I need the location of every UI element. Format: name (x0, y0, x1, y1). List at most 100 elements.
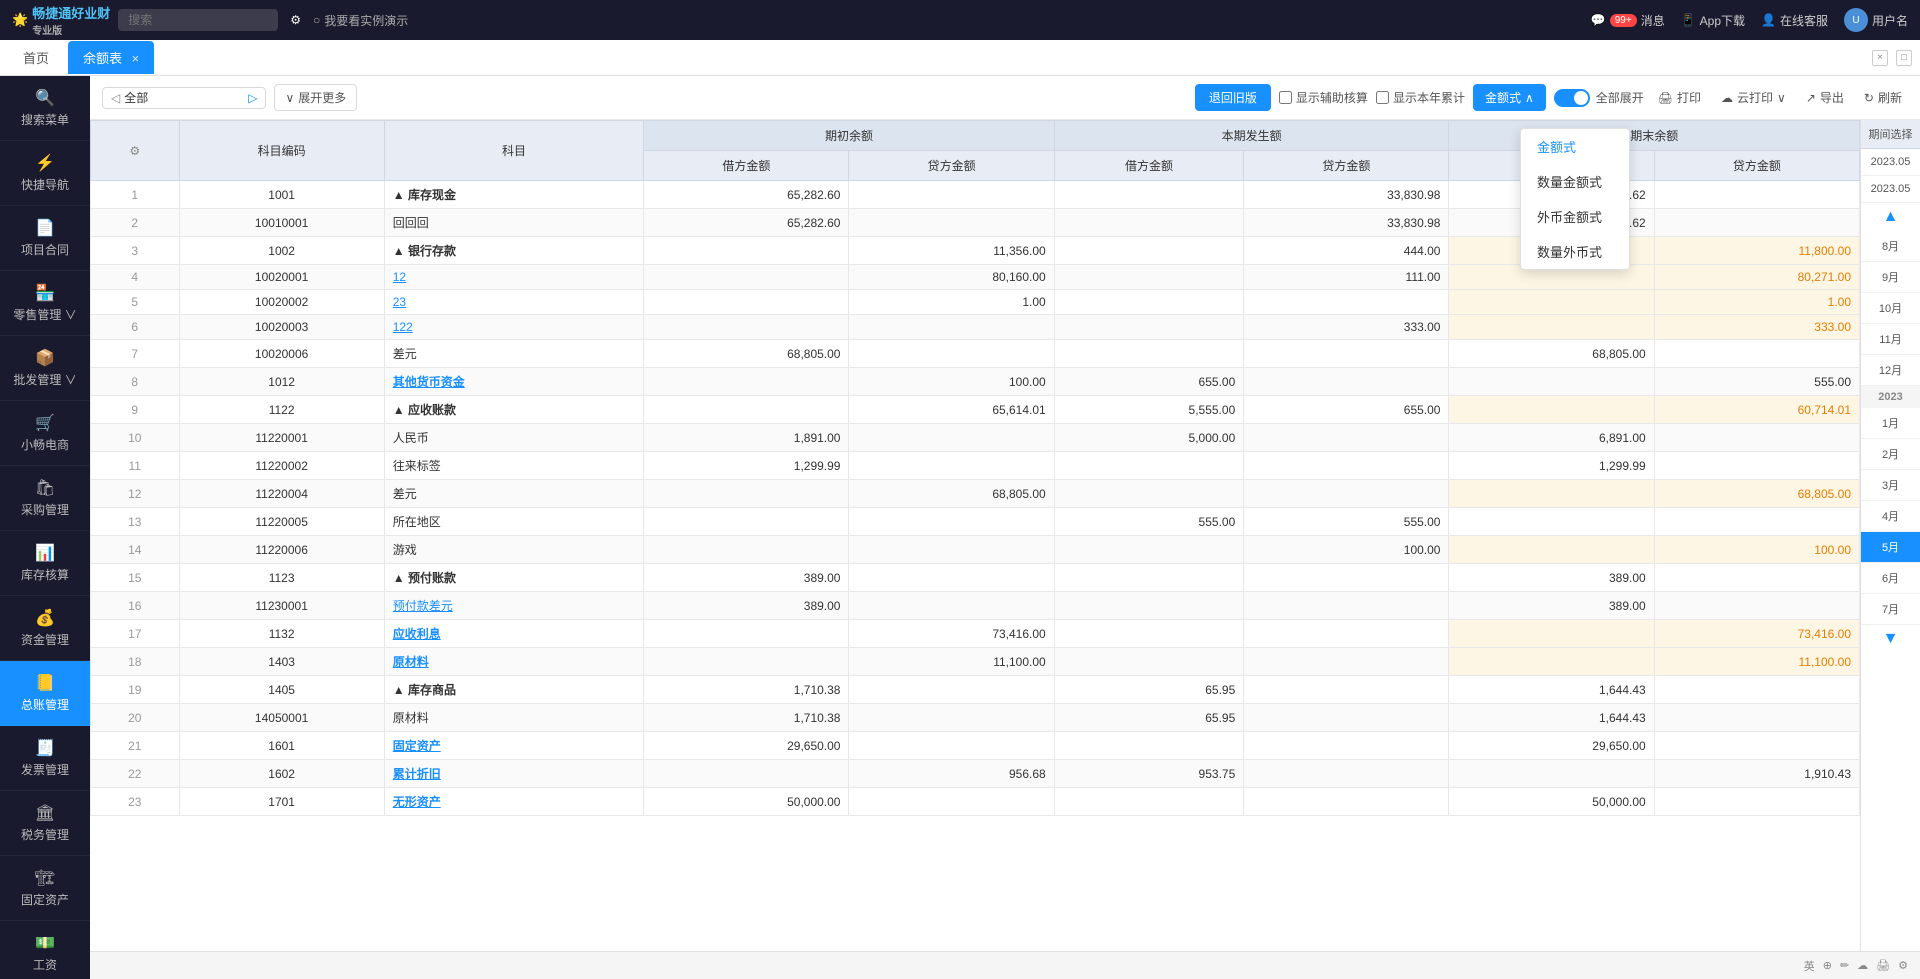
table-row[interactable]: 22 1602 累计折旧 956.68 953.75 1,910.43 (91, 760, 1860, 788)
table-row[interactable]: 13 11220005 所在地区 555.00 555.00 (91, 508, 1860, 536)
table-row[interactable]: 21 1601 固定资产 29,650.00 29,650.00 (91, 732, 1860, 760)
account-search-input[interactable] (124, 91, 244, 105)
dropdown-item-amount[interactable]: 金额式 (1521, 129, 1629, 164)
table-row[interactable]: 12 11220004 差元 68,805.00 68,805.00 (91, 480, 1860, 508)
close-debit-cell: 1,299.99 (1449, 452, 1654, 480)
date-jan[interactable]: 1月 (1861, 408, 1920, 439)
date-jun[interactable]: 6月 (1861, 563, 1920, 594)
sidebar-item-purchase[interactable]: 🛍 采购管理 (0, 466, 90, 531)
sidebar-item-inventory[interactable]: 📊 库存核算 (0, 531, 90, 596)
export-btn[interactable]: ↗ 导出 (1800, 85, 1850, 110)
date-nav-up[interactable]: ▲ (1861, 203, 1920, 231)
account-name-cell[interactable]: 累计折旧 (384, 760, 644, 788)
print-btn[interactable]: 🖨 打印 (1652, 85, 1707, 110)
sidebar-item-wholesale[interactable]: 📦 批发管理 ∨ (0, 336, 90, 401)
table-row[interactable]: 10 11220001 人民币 1,891.00 5,000.00 6,891.… (91, 424, 1860, 452)
tab-close-btn[interactable]: × (132, 51, 140, 66)
table-row[interactable]: 14 11220006 游戏 100.00 100.00 (91, 536, 1860, 564)
account-name-cell[interactable]: 应收利息 (384, 620, 644, 648)
date-range-start[interactable]: 2023.05 (1861, 149, 1920, 176)
dropdown-item-qty-amount[interactable]: 数量金额式 (1521, 164, 1629, 199)
sidebar-item-project[interactable]: 📄 项目合同 (0, 206, 90, 271)
sidebar-item-retail[interactable]: 🏪 零售管理 ∨ (0, 271, 90, 336)
edit-icon[interactable]: ✏ (1840, 959, 1849, 972)
sidebar-item-tax[interactable]: 🏛 税务管理 (0, 791, 90, 856)
account-name-cell[interactable]: 无形资产 (384, 788, 644, 816)
add-icon[interactable]: ⊕ (1823, 959, 1832, 972)
row-number: 8 (91, 368, 180, 396)
sidebar-item-invoice[interactable]: 🧾 发票管理 (0, 726, 90, 791)
date-oct[interactable]: 10月 (1861, 293, 1920, 324)
mode-dropdown-btn[interactable]: 金额式 ∧ (1473, 84, 1546, 111)
table-row[interactable]: 6 10020003 122 333.00 333.00 (91, 315, 1860, 340)
table-row[interactable]: 5 10020002 23 1.00 1.00 (91, 290, 1860, 315)
table-row[interactable]: 23 1701 无形资产 50,000.00 50,000.00 (91, 788, 1860, 816)
user-avatar-btn[interactable]: U 用户名 (1844, 8, 1908, 32)
account-search-box[interactable]: ◁ ▷ (102, 87, 266, 109)
message-btn[interactable]: 💬 99+ 消息 (1591, 12, 1665, 29)
account-name-cell[interactable]: 122 (384, 315, 644, 340)
table-row[interactable]: 19 1405 ▲ 库存商品 1,710.38 65.95 1,644.43 (91, 676, 1860, 704)
show-auxiliary-checkbox[interactable]: 显示辅助核算 (1279, 89, 1368, 106)
account-name-cell[interactable]: 固定资产 (384, 732, 644, 760)
auxiliary-checkbox-input[interactable] (1279, 91, 1292, 104)
account-name-cell[interactable]: 预付款差元 (384, 592, 644, 620)
date-apr[interactable]: 4月 (1861, 501, 1920, 532)
refresh-btn[interactable]: ↻ 刷新 (1858, 85, 1908, 110)
date-sep[interactable]: 9月 (1861, 262, 1920, 293)
account-name-cell[interactable]: 23 (384, 290, 644, 315)
date-nov[interactable]: 11月 (1861, 324, 1920, 355)
table-row[interactable]: 17 1132 应收利息 73,416.00 73,416.00 (91, 620, 1860, 648)
table-row[interactable]: 7 10020006 差元 68,805.00 68,805.00 (91, 340, 1860, 368)
date-feb[interactable]: 2月 (1861, 439, 1920, 470)
sidebar-item-search[interactable]: 🔍 搜索菜单 (0, 76, 90, 141)
date-may[interactable]: 5月 (1861, 532, 1920, 563)
table-row[interactable]: 18 1403 原材料 11,100.00 11,100.00 (91, 648, 1860, 676)
demo-link[interactable]: ○ 我要看实例演示 (313, 12, 408, 29)
sidebar-item-payroll[interactable]: 💵 工资 (0, 921, 90, 979)
date-dec[interactable]: 12月 (1861, 355, 1920, 386)
account-name-cell[interactable]: 12 (384, 265, 644, 290)
sidebar-item-assets[interactable]: 🏗 固定资产 (0, 856, 90, 921)
table-settings-icon[interactable]: ⚙ (91, 121, 180, 181)
expand-more-btn[interactable]: ∨ 展开更多 (274, 84, 357, 111)
settings-status-icon[interactable]: ⚙ (1898, 959, 1908, 972)
win-max-btn[interactable]: □ (1896, 50, 1912, 66)
sidebar-item-ledger[interactable]: 📒 总账管理 (0, 661, 90, 726)
date-range-end[interactable]: 2023.05 (1861, 176, 1920, 203)
back-to-old-btn[interactable]: 退回旧版 (1195, 84, 1271, 111)
online-service-btn[interactable]: 👤 在线客服 (1761, 12, 1828, 29)
expand-all-toggle[interactable]: 全部展开 (1554, 89, 1644, 107)
search-right-icon[interactable]: ▷ (248, 91, 257, 105)
show-year-total-checkbox[interactable]: 显示本年累计 (1376, 89, 1465, 106)
sidebar-item-fund[interactable]: 💰 资金管理 (0, 596, 90, 661)
date-jul[interactable]: 7月 (1861, 594, 1920, 625)
table-row[interactable]: 11 11220002 往来标签 1,299.99 1,299.99 (91, 452, 1860, 480)
dropdown-item-qty-foreign[interactable]: 数量外币式 (1521, 234, 1629, 269)
toggle-switch-btn[interactable] (1554, 89, 1590, 107)
table-row[interactable]: 9 1122 ▲ 应收账款 65,614.01 5,555.00 655.00 … (91, 396, 1860, 424)
table-row[interactable]: 20 14050001 原材料 1,710.38 65.95 1,644.43 (91, 704, 1860, 732)
table-row[interactable]: 15 1123 ▲ 预付账款 389.00 389.00 (91, 564, 1860, 592)
sidebar-item-quicknav[interactable]: ⚡ 快捷导航 (0, 141, 90, 206)
cloud-print-btn[interactable]: ☁ 云打印 ∨ (1715, 85, 1792, 110)
account-name-cell[interactable]: 原材料 (384, 648, 644, 676)
cloud-icon[interactable]: ☁ (1857, 959, 1868, 972)
dropdown-item-foreign-amount[interactable]: 外币金额式 (1521, 199, 1629, 234)
table-row[interactable]: 8 1012 其他货币资金 100.00 655.00 555.00 (91, 368, 1860, 396)
account-name-cell[interactable]: 其他货币资金 (384, 368, 644, 396)
date-mar[interactable]: 3月 (1861, 470, 1920, 501)
tab-balance-sheet[interactable]: 余额表 × (68, 41, 154, 74)
printer-icon[interactable]: 🖨 (1876, 959, 1890, 972)
sidebar-item-ecommerce[interactable]: 🛒 小畅电商 (0, 401, 90, 466)
year-total-checkbox-input[interactable] (1376, 91, 1389, 104)
lang-btn[interactable]: 英 (1804, 958, 1815, 974)
tab-home[interactable]: 首页 (8, 41, 64, 74)
top-search-input[interactable] (118, 9, 278, 31)
app-download-btn[interactable]: 📱 App下载 (1681, 12, 1745, 29)
date-nav-down[interactable]: ▼ (1861, 625, 1920, 653)
table-row[interactable]: 16 11230001 预付款差元 389.00 389.00 (91, 592, 1860, 620)
top-gear[interactable]: ⚙ (290, 13, 301, 27)
date-aug[interactable]: 8月 (1861, 231, 1920, 262)
win-close-btn[interactable]: × (1872, 50, 1888, 66)
